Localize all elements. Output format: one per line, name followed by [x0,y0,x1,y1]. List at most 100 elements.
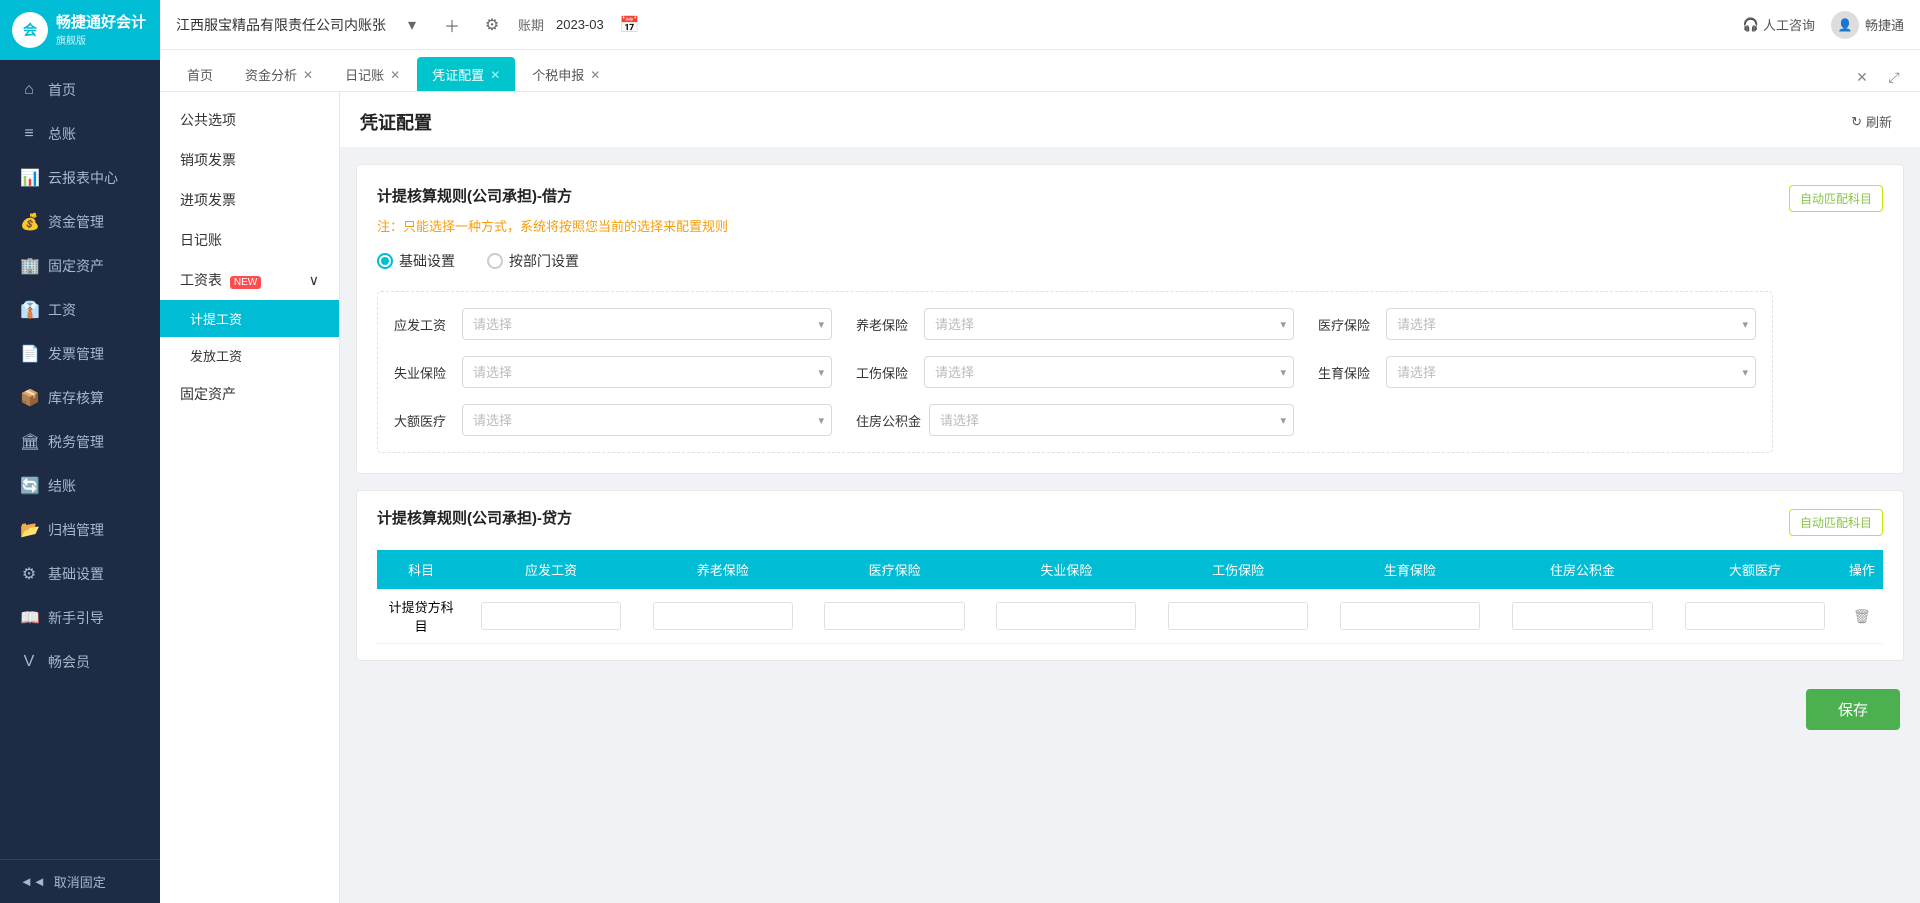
input-dae[interactable] [1685,602,1825,630]
calendar-icon[interactable]: 📅 [616,11,644,39]
select-dae[interactable]: 请选择 ▾ [462,404,832,436]
user-info[interactable]: 👤 畅捷通 [1831,11,1904,39]
auto-match-credit-button[interactable]: 自动匹配科目 [1789,509,1883,536]
input-yingfa[interactable] [481,602,621,630]
input-yanglao[interactable] [653,602,793,630]
home-icon: ⌂ [20,81,38,99]
field-daé-yiliao: 大额医疗 请选择 ▾ [394,404,832,436]
close-tab-icon[interactable]: ✕ [1848,63,1876,91]
radio-basic-circle [377,253,393,269]
cell-yiliao[interactable] [809,589,981,644]
field-gongshang-baoxian: 工伤保险 请选择 ▾ [856,356,1294,388]
tab-close-icon[interactable]: ✕ [590,68,600,82]
sidebar-item-reports[interactable]: 📊 云报表中心 [0,156,160,200]
cell-shengyu[interactable] [1324,589,1496,644]
sidebar-item-member[interactable]: V 畅会员 [0,640,160,684]
period-value[interactable]: 2023-03 [556,17,604,32]
tab-voucher-config[interactable]: 凭证配置 ✕ [417,57,515,91]
support-button[interactable]: 🎧 人工咨询 [1743,15,1815,34]
add-tab-icon[interactable]: ＋ [438,11,466,39]
sidebar-item-settings[interactable]: ⚙ 基础设置 [0,552,160,596]
cell-shiye[interactable] [980,589,1152,644]
col-gongshang: 工伤保险 [1152,550,1324,589]
col-shengyu: 生育保险 [1324,550,1496,589]
sidebar-item-assets[interactable]: 🏢 固定资产 [0,244,160,288]
select-shengyu-input[interactable]: 请选择 [1386,356,1756,388]
cell-zhufang[interactable] [1496,589,1669,644]
select-yingfa-input[interactable]: 请选择 [462,308,832,340]
sidebar-item-archive[interactable]: 📂 归档管理 [0,508,160,552]
select-zhufang-input[interactable]: 请选择 [929,404,1294,436]
company-dropdown-icon[interactable]: ▾ [398,11,426,39]
logo-text: 畅捷通好会计 旗舰版 [56,14,146,47]
tab-close-icon[interactable]: ✕ [390,68,400,82]
unpin-button[interactable]: ◄◄ 取消固定 [0,859,160,903]
select-gongshang-input[interactable]: 请选择 [924,356,1294,388]
tab-journal[interactable]: 日记账 ✕ [330,57,415,91]
label-zhufang: 住房公积金 [856,411,921,430]
settings-icon[interactable]: ⚙ [478,11,506,39]
cell-yingfa[interactable] [465,589,637,644]
sidebar-item-tax[interactable]: 🏛 税务管理 [0,420,160,464]
radio-basic[interactable]: 基础设置 [377,251,455,271]
left-menu-public[interactable]: 公共选项 [160,100,339,140]
refresh-icon: ↻ [1851,114,1862,130]
sidebar-item-invoice[interactable]: 📄 发票管理 [0,332,160,376]
expand-tab-icon[interactable]: ⤢ [1880,63,1908,91]
left-menu-purchase-invoice[interactable]: 进项发票 [160,180,339,220]
radio-group: 基础设置 按部门设置 [377,251,1773,271]
tab-close-icon[interactable]: ✕ [490,68,500,82]
field-yiliao-baoxian: 医疗保险 请选择 ▾ [1318,308,1756,340]
left-menu-payroll-group[interactable]: 工资表 NEW ∨ [160,260,339,300]
select-shiye-input[interactable]: 请选择 [462,356,832,388]
left-menu-payroll-payment[interactable]: 发放工资 [160,337,339,374]
input-shiye[interactable] [996,602,1136,630]
cell-gongshang[interactable] [1152,589,1324,644]
select-dae-input[interactable]: 请选择 [462,404,832,436]
cell-dae[interactable] [1669,589,1841,644]
debit-form-grid: 应发工资 请选择 ▾ 养老保险 [377,291,1773,453]
select-yanglao[interactable]: 请选择 ▾ [924,308,1294,340]
main-content: 江西服宝精品有限责任公司内账张 ▾ ＋ ⚙ 账期 2023-03 📅 🎧 人工咨… [160,0,1920,903]
left-menu-sales-invoice[interactable]: 销项发票 [160,140,339,180]
input-yiliao[interactable] [824,602,964,630]
select-shiye[interactable]: 请选择 ▾ [462,356,832,388]
credit-table: 科目 应发工资 养老保险 医疗保险 失业保险 工伤保险 生育保险 住房公积金 大… [377,550,1883,644]
sidebar-item-fund[interactable]: 💰 资金管理 [0,200,160,244]
left-menu-journal[interactable]: 日记账 [160,220,339,260]
select-yanglao-input[interactable]: 请选择 [924,308,1294,340]
company-name[interactable]: 江西服宝精品有限责任公司内账张 [176,15,386,35]
label-yingfa: 应发工资 [394,315,454,334]
auto-match-debit-button[interactable]: 自动匹配科目 [1789,185,1883,212]
left-menu-fixed-assets[interactable]: 固定资产 [160,374,339,414]
tab-home[interactable]: 首页 [172,57,228,91]
sidebar-item-guide[interactable]: 📖 新手引导 [0,596,160,640]
select-zhufang[interactable]: 请选择 ▾ [929,404,1294,436]
col-shiye: 失业保险 [980,550,1152,589]
select-yiliao[interactable]: 请选择 ▾ [1386,308,1756,340]
select-yingfa[interactable]: 请选择 ▾ [462,308,832,340]
select-gongshang[interactable]: 请选择 ▾ [924,356,1294,388]
sidebar-item-salary[interactable]: 👔 工资 [0,288,160,332]
sidebar-item-home[interactable]: ⌂ 首页 [0,68,160,112]
delete-icon[interactable]: 🗑 [1853,608,1871,624]
tab-tax[interactable]: 个税申报 ✕ [517,57,615,91]
cell-delete[interactable]: 🗑 [1841,589,1883,644]
sidebar-item-inventory[interactable]: 📦 库存核算 [0,376,160,420]
save-button[interactable]: 保存 [1806,689,1900,730]
input-gongshang[interactable] [1168,602,1308,630]
sidebar-item-closing[interactable]: 🔄 结账 [0,464,160,508]
cell-yanglao[interactable] [637,589,809,644]
sidebar-item-ledger[interactable]: ≡ 总账 [0,112,160,156]
input-zhufang[interactable] [1512,602,1654,630]
left-menu-payroll-accrual[interactable]: 计提工资 [160,300,339,337]
input-shengyu[interactable] [1340,602,1480,630]
select-shengyu[interactable]: 请选择 ▾ [1386,356,1756,388]
select-yiliao-input[interactable]: 请选择 [1386,308,1756,340]
refresh-button[interactable]: ↻ 刷新 [1843,108,1900,135]
tab-close-icon[interactable]: ✕ [303,68,313,82]
tab-fund-analysis[interactable]: 资金分析 ✕ [230,57,328,91]
app-logo[interactable]: 会 畅捷通好会计 旗舰版 [0,0,160,60]
page-content: 凭证配置 ↻ 刷新 计提核算规则(公司承担)-借方 注：只能选择一种方式，系统将… [340,92,1920,903]
radio-by-dept[interactable]: 按部门设置 [487,251,579,271]
